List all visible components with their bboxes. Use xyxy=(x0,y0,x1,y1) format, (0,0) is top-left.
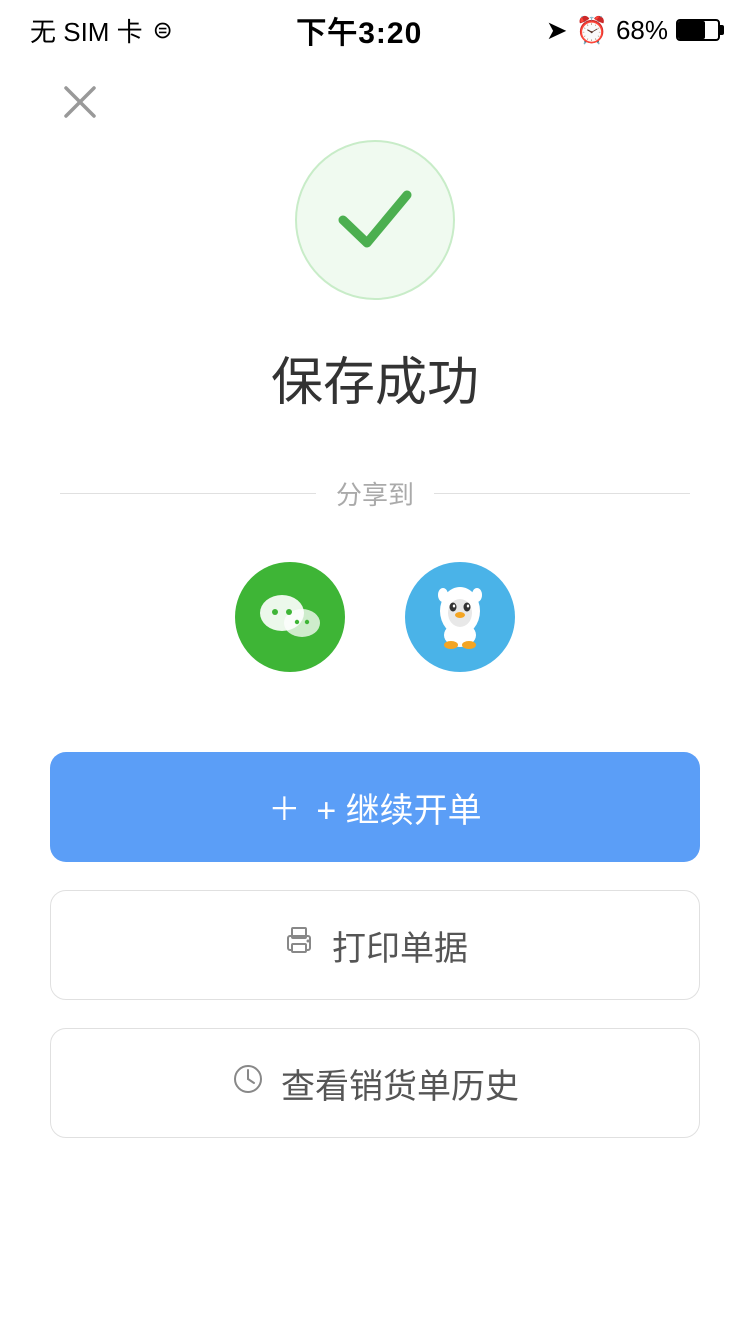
plus-icon: ＋ xyxy=(268,784,300,830)
share-wechat-button[interactable] xyxy=(235,562,345,672)
no-sim-label: 无 SIM 卡 xyxy=(30,12,143,49)
share-divider: 分享到 xyxy=(0,475,750,512)
checkmark-icon xyxy=(335,185,415,255)
history-label: 查看销货单历史 xyxy=(281,1059,519,1108)
success-title: 保存成功 xyxy=(271,340,479,415)
status-left: 无 SIM 卡 ⊜ xyxy=(30,12,173,49)
status-right: ➤ ⏰ 68% xyxy=(546,15,720,46)
wifi-icon: ⊜ xyxy=(153,16,173,45)
print-label: 打印单据 xyxy=(332,921,468,970)
battery-percent: 68% xyxy=(616,15,668,46)
history-button[interactable]: 查看销货单历史 xyxy=(50,1028,700,1138)
status-bar: 无 SIM 卡 ⊜ 下午3:20 ➤ ⏰ 68% xyxy=(0,0,750,60)
qq-icon xyxy=(429,583,491,651)
print-icon-svg xyxy=(282,924,316,958)
print-icon xyxy=(282,924,316,966)
location-icon: ➤ xyxy=(546,15,568,46)
close-button[interactable] xyxy=(50,72,110,132)
share-label: 分享到 xyxy=(316,475,434,512)
alarm-icon: ⏰ xyxy=(576,15,608,46)
divider-line-left xyxy=(60,493,316,494)
wechat-icon xyxy=(259,591,321,643)
print-button[interactable]: 打印单据 xyxy=(50,890,700,1000)
share-icons-row xyxy=(235,562,515,672)
main-content: 保存成功 分享到 xyxy=(0,60,750,1138)
success-circle xyxy=(295,140,455,300)
history-icon-svg xyxy=(231,1062,265,1096)
continue-order-label: + 继续开单 xyxy=(316,783,481,832)
share-qq-button[interactable] xyxy=(405,562,515,672)
divider-line-right xyxy=(434,493,690,494)
action-buttons: ＋ + 继续开单 打印单据 查看销货单 xyxy=(0,752,750,1138)
status-time: 下午3:20 xyxy=(296,8,422,52)
close-icon xyxy=(62,84,98,120)
history-icon xyxy=(231,1062,265,1104)
continue-order-button[interactable]: ＋ + 继续开单 xyxy=(50,752,700,862)
battery-icon xyxy=(676,19,720,41)
